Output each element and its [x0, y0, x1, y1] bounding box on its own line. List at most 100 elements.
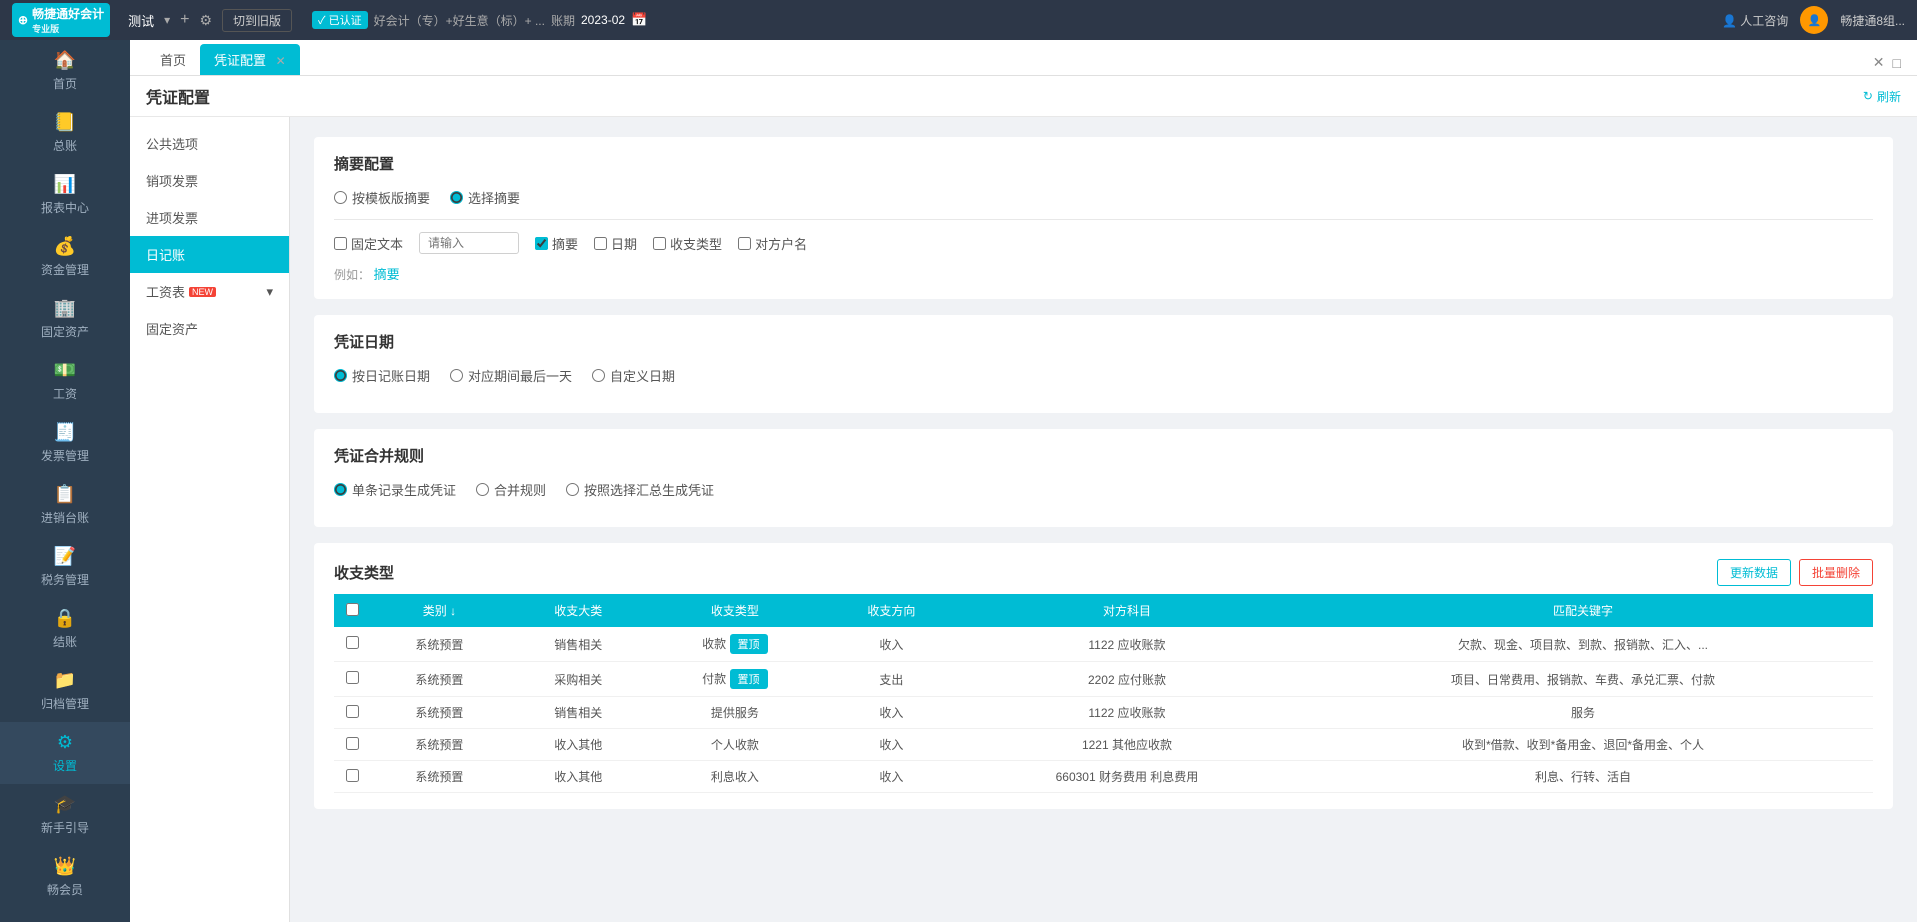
- service-link[interactable]: 👤 人工咨询: [1722, 12, 1788, 29]
- merge-radio-summary-input[interactable]: [566, 483, 579, 496]
- checkbox-counterpart[interactable]: 对方户名: [738, 234, 807, 253]
- date-radio-diary[interactable]: 按日记账日期: [334, 366, 430, 385]
- sidebar-item-checkout[interactable]: 🔒 结账: [0, 598, 130, 660]
- salary-arrow-icon: ▾: [266, 284, 273, 300]
- merge-radio-summary[interactable]: 按照选择汇总生成凭证: [566, 480, 714, 499]
- sidebar-item-report[interactable]: 📊 报表中心: [0, 164, 130, 226]
- date-radio-last-day[interactable]: 对应期间最后一天: [450, 366, 572, 385]
- content-wrapper: 公共选项 销项发票 进项发票 日记账 工资表 NEW ▾ 固定资产: [130, 117, 1917, 922]
- sidebar-item-salary[interactable]: 💵 工资: [0, 350, 130, 412]
- sidebar-item-purchase[interactable]: 📋 进销台账: [0, 474, 130, 536]
- select-all-checkbox[interactable]: [346, 603, 359, 616]
- tab-voucher-config[interactable]: 凭证配置 ✕: [200, 44, 300, 75]
- td-category-2: 系统预置: [370, 662, 509, 697]
- refresh-button[interactable]: ↻ 刷新: [1863, 88, 1901, 105]
- left-nav-salary[interactable]: 工资表 NEW ▾: [130, 273, 289, 310]
- topbar-gear-icon[interactable]: ⚙: [199, 12, 212, 29]
- checkout-icon: 🔒: [54, 608, 76, 629]
- td-income-type-1: 收款 置顶: [648, 627, 822, 662]
- left-nav-fixed-assets[interactable]: 固定资产: [130, 310, 289, 347]
- status-text: 好会计（专）+好生意（标）+ ...: [374, 12, 545, 29]
- summary-checkbox[interactable]: [535, 237, 548, 250]
- left-nav: 公共选项 销项发票 进项发票 日记账 工资表 NEW ▾ 固定资产: [130, 117, 290, 922]
- ledger-icon: 📒: [54, 112, 76, 133]
- logo-icon: ⊕: [18, 13, 28, 27]
- td-income-type-4: 个人收款: [648, 729, 822, 761]
- date-title: 凭证日期: [334, 331, 1873, 352]
- sidebar-item-finance[interactable]: 💰 资金管理: [0, 226, 130, 288]
- sidebar-item-ledger[interactable]: 📒 总账: [0, 102, 130, 164]
- left-nav-diary[interactable]: 日记账: [130, 236, 289, 273]
- user-avatar[interactable]: 👤: [1800, 6, 1828, 34]
- tab-home[interactable]: 首页: [146, 44, 200, 75]
- calendar-icon[interactable]: 📅: [631, 12, 647, 28]
- period-label: 账期: [551, 12, 575, 29]
- switch-version-button[interactable]: 切到旧版: [222, 9, 292, 32]
- sidebar-item-home[interactable]: 🏠 首页: [0, 40, 130, 102]
- merge-radio-single-input[interactable]: [334, 483, 347, 496]
- tab-home-label: 首页: [160, 53, 186, 68]
- topbar-dropdown-arrow[interactable]: ▾: [164, 13, 170, 27]
- sidebar-item-checkout-label: 结账: [53, 633, 77, 650]
- update-data-button[interactable]: 更新数据: [1717, 559, 1791, 586]
- income-type-checkbox[interactable]: [653, 237, 666, 250]
- sidebar-item-tax[interactable]: 📝 税务管理: [0, 536, 130, 598]
- summary-radio-template-input[interactable]: [334, 191, 347, 204]
- merge-radio-single[interactable]: 单条记录生成凭证: [334, 480, 456, 499]
- sidebar-item-settings[interactable]: ⚙ 设置: [0, 722, 130, 784]
- merge-section: 凭证合并规则 单条记录生成凭证 合并规则 按照选择汇总生成凭证: [314, 429, 1893, 527]
- tab-close-button[interactable]: ✕: [276, 54, 286, 68]
- row-checkbox-4[interactable]: [346, 737, 359, 750]
- left-nav-sales-invoice[interactable]: 销项发票: [130, 162, 289, 199]
- maximize-page-button[interactable]: □: [1893, 55, 1901, 71]
- left-nav-public[interactable]: 公共选项: [130, 125, 289, 162]
- merge-radio-merge-input[interactable]: [476, 483, 489, 496]
- checkbox-date[interactable]: 日期: [594, 234, 637, 253]
- td-account-3: 1122 应收账款: [961, 697, 1293, 729]
- content-area: 首页 凭证配置 ✕ ✕ □ 凭证配置 ↻ 刷新 公共选项: [130, 40, 1917, 922]
- td-major-type-5: 收入其他: [509, 761, 648, 793]
- fixed-text-input[interactable]: [419, 232, 519, 254]
- fixed-text-checkbox[interactable]: [334, 237, 347, 250]
- td-direction-3: 收入: [822, 697, 961, 729]
- row-checkbox-1[interactable]: [346, 636, 359, 649]
- counterpart-checkbox[interactable]: [738, 237, 751, 250]
- batch-delete-button[interactable]: 批量删除: [1799, 559, 1873, 586]
- row-checkbox-2[interactable]: [346, 671, 359, 684]
- summary-radio-select[interactable]: 选择摘要: [450, 188, 520, 207]
- row-checkbox-5[interactable]: [346, 769, 359, 782]
- merge-radio-merge[interactable]: 合并规则: [476, 480, 546, 499]
- sidebar-item-assets[interactable]: 🏢 固定资产: [0, 288, 130, 350]
- checkbox-income-type[interactable]: 收支类型: [653, 234, 722, 253]
- date-radio-diary-input[interactable]: [334, 369, 347, 382]
- td-account-5: 660301 财务费用 利息费用: [961, 761, 1293, 793]
- row-checkbox-3[interactable]: [346, 705, 359, 718]
- summary-radio-select-input[interactable]: [450, 191, 463, 204]
- income-type-header: 收支类型 更新数据 批量删除: [334, 559, 1873, 586]
- checkbox-fixed-text[interactable]: 固定文本: [334, 234, 403, 253]
- date-radio-last-day-input[interactable]: [450, 369, 463, 382]
- close-page-button[interactable]: ✕: [1873, 54, 1885, 71]
- summary-checkbox-group: 固定文本 摘要 日期 收支类型: [334, 232, 1873, 254]
- left-nav-purchase-invoice[interactable]: 进项发票: [130, 199, 289, 236]
- date-checkbox[interactable]: [594, 237, 607, 250]
- sidebar-item-settings-label: 设置: [53, 757, 77, 774]
- summary-radio-template[interactable]: 按模板版摘要: [334, 188, 430, 207]
- sidebar-item-archive[interactable]: 📁 归档管理: [0, 660, 130, 722]
- sidebar-item-archive-label: 归档管理: [41, 695, 89, 712]
- page-title: 凭证配置: [146, 84, 210, 108]
- sidebar-item-invoice[interactable]: 🧾 发票管理: [0, 412, 130, 474]
- date-radio-custom[interactable]: 自定义日期: [592, 366, 675, 385]
- sidebar-item-member-label: 畅会员: [47, 881, 83, 898]
- date-radio-custom-input[interactable]: [592, 369, 605, 382]
- sidebar-item-guide[interactable]: 🎓 新手引导: [0, 784, 130, 846]
- topbar-add-button[interactable]: +: [180, 11, 189, 29]
- sidebar-item-guide-label: 新手引导: [41, 819, 89, 836]
- td-checkbox-1: [334, 627, 370, 662]
- checkbox-summary[interactable]: 摘要: [535, 234, 578, 253]
- main-panel: 摘要配置 按模板版摘要 选择摘要: [290, 117, 1917, 922]
- reset-btn-1[interactable]: 置顶: [730, 634, 768, 654]
- reset-btn-2[interactable]: 置顶: [730, 669, 768, 689]
- sidebar-item-member[interactable]: 👑 畅会员: [0, 846, 130, 908]
- td-major-type-3: 销售相关: [509, 697, 648, 729]
